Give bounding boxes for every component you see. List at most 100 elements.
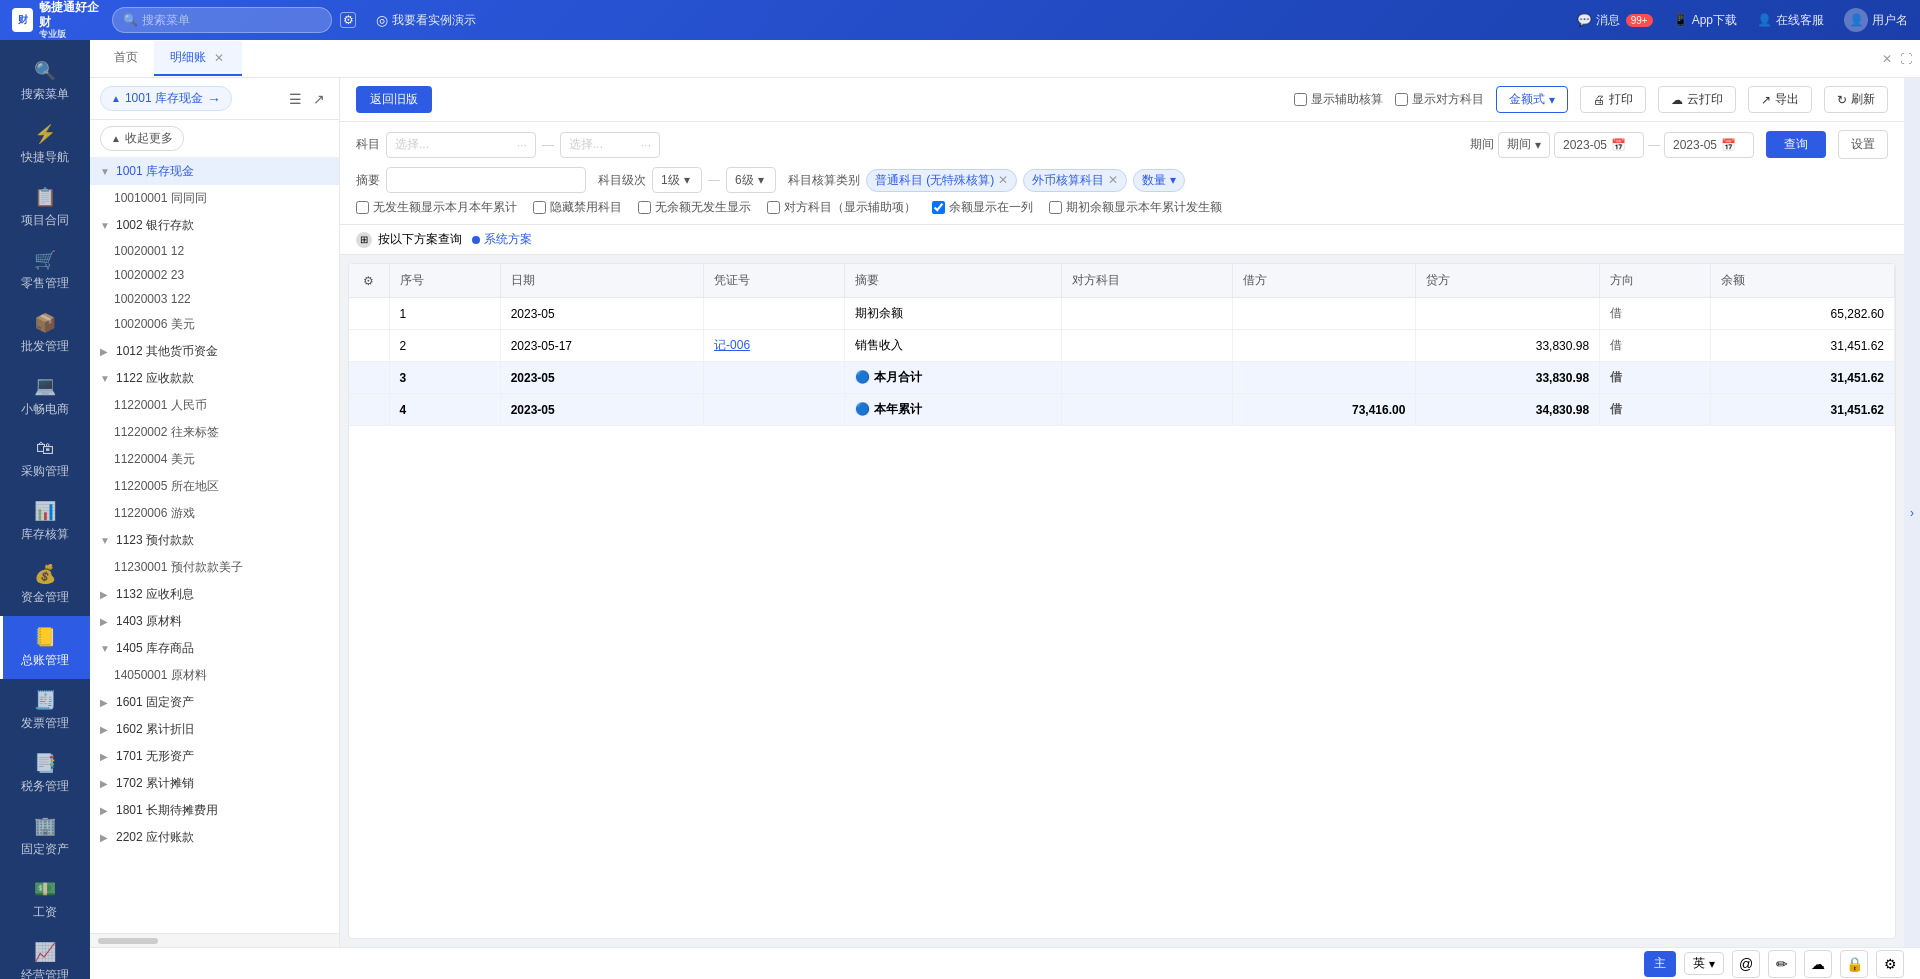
app-download-btn[interactable]: 📱 App下载 [1673,12,1737,29]
cb-6[interactable]: 期初余额显示本年累计发生额 [1049,199,1222,216]
tree-scroll-bar[interactable] [90,933,339,947]
tree-node-10010001[interactable]: 10010001 同同同 [90,185,339,212]
th-gear[interactable]: ⚙ [349,264,389,298]
level-from-select[interactable]: 1级 ▾ [652,167,702,193]
tree-node-1702[interactable]: ▶ 1702 累计摊销 [90,770,339,797]
at-icon-btn[interactable]: @ [1732,950,1760,978]
category-tag-2[interactable]: 外币核算科目 ✕ [1023,169,1127,192]
cb-2-input[interactable] [533,201,546,214]
tree-node-10020001[interactable]: 10020001 12 [90,239,339,263]
tree-node-2202[interactable]: ▶ 2202 应付账款 [90,824,339,851]
sidebar-item-management[interactable]: 📈 经营管理 [0,931,90,979]
table-area[interactable]: ⚙ 序号 日期 凭证号 摘要 对方科目 借方 贷方 方向 余额 [348,263,1896,939]
quantity-tag[interactable]: 数量 ▾ [1133,169,1185,192]
tree-node-1132[interactable]: ▶ 1132 应收利息 [90,581,339,608]
tree-scroll-area[interactable]: ▼ 1001 库存现金 10010001 同同同 ▼ 1002 银行存款 100… [90,158,339,933]
tree-node-11220006[interactable]: 11220006 游戏 [90,500,339,527]
show-aux-checkbox[interactable]: 显示辅助核算 [1294,91,1383,108]
tree-node-10020003[interactable]: 10020003 122 [90,287,339,311]
tab-close-icon[interactable]: ✕ [212,51,226,65]
sidebar-item-ledger[interactable]: 📒 总账管理 [0,616,90,679]
settings-icon-btn[interactable]: ⚙ [1876,950,1904,978]
show-contra-input[interactable] [1395,93,1408,106]
settings-icon[interactable]: ⚙ [340,12,356,28]
demo-btn[interactable]: ◎ 我要看实例演示 [376,12,476,29]
td-voucher[interactable]: 记-006 [704,330,845,362]
tree-node-1123[interactable]: ▼ 1123 预付款款 [90,527,339,554]
print-btn[interactable]: 🖨 打印 [1580,86,1646,113]
sidebar-item-salary[interactable]: 💵 工资 [0,868,90,931]
cb-1[interactable]: 无发生额显示本月本年累计 [356,199,517,216]
setting-btn[interactable]: 设置 [1838,130,1888,159]
tag-close-icon-2[interactable]: ✕ [1108,173,1118,187]
cb-2[interactable]: 隐藏禁用科目 [533,199,622,216]
tab-home[interactable]: 首页 [98,41,154,76]
cb-3[interactable]: 无余额无发生显示 [638,199,751,216]
bottom-main-btn[interactable]: 主 [1644,951,1676,977]
return-old-btn[interactable]: 返回旧版 [356,86,432,113]
tree-node-11220005[interactable]: 11220005 所在地区 [90,473,339,500]
tree-node-1405[interactable]: ▼ 1405 库存商品 [90,635,339,662]
tree-node-1122[interactable]: ▼ 1122 应收款款 [90,365,339,392]
refresh-btn[interactable]: ↻ 刷新 [1824,86,1888,113]
period-type-select[interactable]: 期间 ▾ [1498,132,1550,158]
cb-4-input[interactable] [767,201,780,214]
tab-collapse-icon[interactable]: ✕ [1882,52,1892,66]
sidebar-item-tax[interactable]: 📑 税务管理 [0,742,90,805]
sidebar-item-search[interactable]: 🔍 搜索菜单 [0,50,90,113]
cloud-print-btn[interactable]: ☁ 云打印 [1658,86,1736,113]
sidebar-item-retail[interactable]: 🛒 零售管理 [0,239,90,302]
sidebar-item-ecommerce[interactable]: 💻 小畅电商 [0,365,90,428]
message-btn[interactable]: 💬 消息 99+ [1577,12,1653,29]
tree-node-1001[interactable]: ▼ 1001 库存现金 [90,158,339,185]
tree-node-1801[interactable]: ▶ 1801 长期待摊费用 [90,797,339,824]
subject-input[interactable]: 选择... ··· [386,132,536,158]
online-service-btn[interactable]: 👤 在线客服 [1757,12,1824,29]
export-btn[interactable]: ↗ 导出 [1748,86,1812,113]
tree-node-11230001[interactable]: 11230001 预付款款美子 [90,554,339,581]
sidebar-item-inventory[interactable]: 📊 库存核算 [0,490,90,553]
show-aux-input[interactable] [1294,93,1307,106]
subject-end-input[interactable]: 选择... ··· [560,132,660,158]
tree-node-10020002[interactable]: 10020002 23 [90,263,339,287]
sidebar-item-wholesale[interactable]: 📦 批发管理 [0,302,90,365]
show-contra-checkbox[interactable]: 显示对方科目 [1395,91,1484,108]
tree-node-1602[interactable]: ▶ 1602 累计折旧 [90,716,339,743]
lock-icon-btn[interactable]: 🔒 [1840,950,1868,978]
scheme-filter-icon[interactable]: ⊞ [356,232,372,248]
period-from-input[interactable]: 2023-05 📅 [1554,132,1644,158]
tree-node-14050001[interactable]: 14050001 原材料 [90,662,339,689]
tree-node-11220001[interactable]: 11220001 人民币 [90,392,339,419]
lang-btn[interactable]: 英 ▾ [1684,952,1724,975]
user-avatar[interactable]: 👤 用户名 [1844,8,1908,32]
nav-forward-icon[interactable]: → [207,91,221,107]
category-tag-1[interactable]: 普通科目 (无特殊核算) ✕ [866,169,1017,192]
cloud-icon-btn[interactable]: ☁ [1804,950,1832,978]
sidebar-item-invoice[interactable]: 🧾 发票管理 [0,679,90,742]
tab-detail[interactable]: 明细账 ✕ [154,41,242,76]
cb-5-input[interactable] [932,201,945,214]
summary-input[interactable] [386,167,586,193]
cb-1-input[interactable] [356,201,369,214]
tree-node-1601[interactable]: ▶ 1601 固定资产 [90,689,339,716]
cb-4[interactable]: 对方科目（显示辅助项） [767,199,916,216]
current-account-tag[interactable]: ▲ 1001 库存现金 → [100,86,232,111]
edit-icon-btn[interactable]: ✏ [1768,950,1796,978]
sidebar-item-assets[interactable]: 🏢 固定资产 [0,805,90,868]
voucher-link[interactable]: 记-006 [714,338,750,352]
tree-node-1002[interactable]: ▼ 1002 银行存款 [90,212,339,239]
tab-expand-icon[interactable]: ⛶ [1900,52,1912,66]
sidebar-item-quick[interactable]: ⚡ 快捷导航 [0,113,90,176]
tree-node-11220002[interactable]: 11220002 往来标签 [90,419,339,446]
tree-expand-icon[interactable]: ↗ [309,89,329,109]
right-collapse-btn[interactable]: › [1904,78,1920,947]
amount-style-btn[interactable]: 金额式 ▾ [1496,86,1568,113]
tree-node-1701[interactable]: ▶ 1701 无形资产 [90,743,339,770]
query-btn[interactable]: 查询 [1766,131,1826,158]
tree-list-icon[interactable]: ☰ [285,89,305,109]
cb-6-input[interactable] [1049,201,1062,214]
sidebar-item-project[interactable]: 📋 项目合同 [0,176,90,239]
system-scheme-btn[interactable]: 系统方案 [472,231,532,248]
tree-node-1403[interactable]: ▶ 1403 原材料 [90,608,339,635]
tree-node-10020006[interactable]: 10020006 美元 [90,311,339,338]
